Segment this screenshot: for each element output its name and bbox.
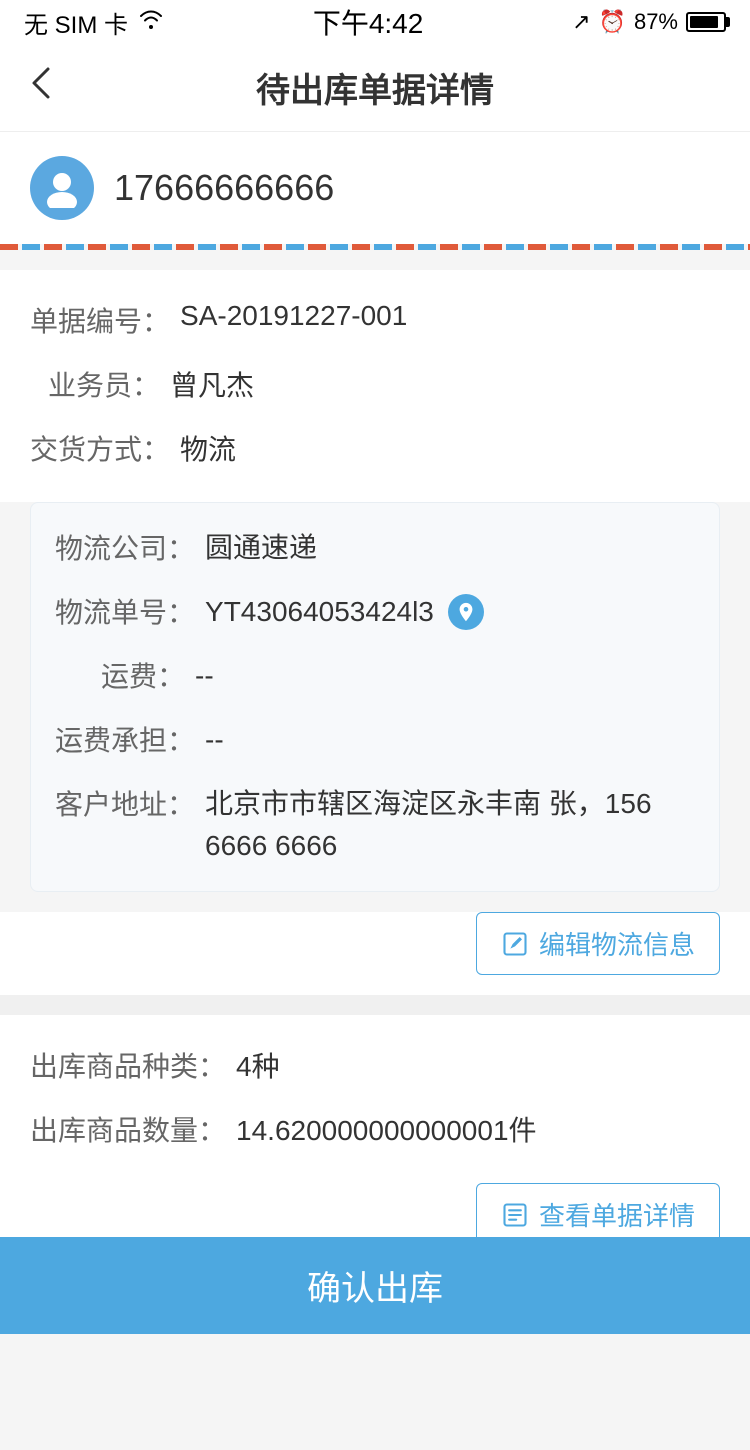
freight-row: 运费： -- bbox=[55, 655, 695, 697]
staff-row: 业务员： 曾凡杰 bbox=[30, 364, 720, 404]
doc-number-value: SA-20191227-001 bbox=[180, 300, 720, 332]
freight-bear-row: 运费承担： -- bbox=[55, 719, 695, 761]
view-detail-label: 查看单据详情 bbox=[539, 1196, 695, 1233]
status-bar: 无 SIM 卡 下午4:42 ↗ ⏰ 87% bbox=[0, 0, 750, 44]
delivery-value: 物流 bbox=[180, 428, 720, 468]
delivery-row: 交货方式： 物流 bbox=[30, 428, 720, 468]
status-right: ↗ ⏰ 87% bbox=[572, 9, 726, 35]
user-phone: 17666666666 bbox=[114, 167, 334, 209]
edit-btn-row: 编辑物流信息 bbox=[0, 912, 750, 995]
location-status-icon: ↗ bbox=[572, 9, 590, 35]
carrier-label: 无 SIM 卡 bbox=[24, 5, 128, 40]
address-row: 客户地址： 北京市市辖区海淀区永丰南 张，156 6666 6666 bbox=[55, 783, 695, 867]
address-value: 北京市市辖区海淀区永丰南 张，156 6666 6666 bbox=[205, 783, 695, 867]
section-divider bbox=[0, 995, 750, 1015]
confirm-button[interactable]: 确认出库 bbox=[0, 1237, 750, 1334]
page-title: 待出库单据详情 bbox=[256, 63, 494, 112]
tracking-label: 物流单号： bbox=[55, 591, 205, 631]
user-header: 17666666666 bbox=[0, 132, 750, 244]
goods-quantity-label: 出库商品数量： bbox=[30, 1109, 236, 1149]
nav-bar: 待出库单据详情 bbox=[0, 44, 750, 132]
logistics-card: 物流公司： 圆通速递 物流单号： YT43064053424l3 运费： -- … bbox=[30, 502, 720, 892]
company-value: 圆通速递 bbox=[205, 527, 695, 569]
edit-logistics-button[interactable]: 编辑物流信息 bbox=[476, 912, 720, 975]
goods-types-row: 出库商品种类： 4种 bbox=[30, 1045, 720, 1085]
battery-fill bbox=[690, 16, 718, 28]
staff-label: 业务员： bbox=[30, 364, 170, 404]
goods-quantity-row: 出库商品数量： 14.620000000000001件 bbox=[30, 1109, 720, 1149]
goods-types-value: 4种 bbox=[236, 1045, 720, 1085]
confirm-button-label: 确认出库 bbox=[307, 1261, 443, 1310]
staff-value: 曾凡杰 bbox=[170, 364, 720, 404]
doc-number-label: 单据编号： bbox=[30, 300, 180, 340]
freight-value: -- bbox=[195, 655, 695, 697]
address-label: 客户地址： bbox=[55, 783, 205, 823]
tracking-value: YT43064053424l3 bbox=[205, 591, 695, 633]
battery-icon bbox=[686, 12, 726, 32]
goods-quantity-value: 14.620000000000001件 bbox=[236, 1109, 720, 1149]
goods-section: 出库商品种类： 4种 出库商品数量： 14.620000000000001件 bbox=[0, 1015, 750, 1183]
wifi-icon bbox=[138, 8, 164, 36]
edit-logistics-label: 编辑物流信息 bbox=[539, 925, 695, 962]
basic-info-section: 单据编号： SA-20191227-001 业务员： 曾凡杰 交货方式： 物流 bbox=[0, 270, 750, 502]
doc-number-row: 单据编号： SA-20191227-001 bbox=[30, 300, 720, 340]
company-row: 物流公司： 圆通速递 bbox=[55, 527, 695, 569]
dashed-divider bbox=[0, 244, 750, 250]
status-left: 无 SIM 卡 bbox=[24, 5, 164, 40]
goods-types-label: 出库商品种类： bbox=[30, 1045, 236, 1085]
freight-bear-label: 运费承担： bbox=[55, 719, 205, 759]
freight-label: 运费： bbox=[55, 655, 195, 695]
delivery-label: 交货方式： bbox=[30, 428, 180, 468]
battery-label: 87% bbox=[634, 9, 678, 35]
freight-bear-value: -- bbox=[205, 719, 695, 761]
company-label: 物流公司： bbox=[55, 527, 205, 567]
tracking-row: 物流单号： YT43064053424l3 bbox=[55, 591, 695, 633]
tracking-location-button[interactable] bbox=[448, 594, 484, 630]
avatar bbox=[30, 156, 94, 220]
status-time: 下午4:42 bbox=[313, 2, 424, 42]
back-button[interactable] bbox=[30, 65, 52, 110]
alarm-icon: ⏰ bbox=[599, 9, 626, 35]
